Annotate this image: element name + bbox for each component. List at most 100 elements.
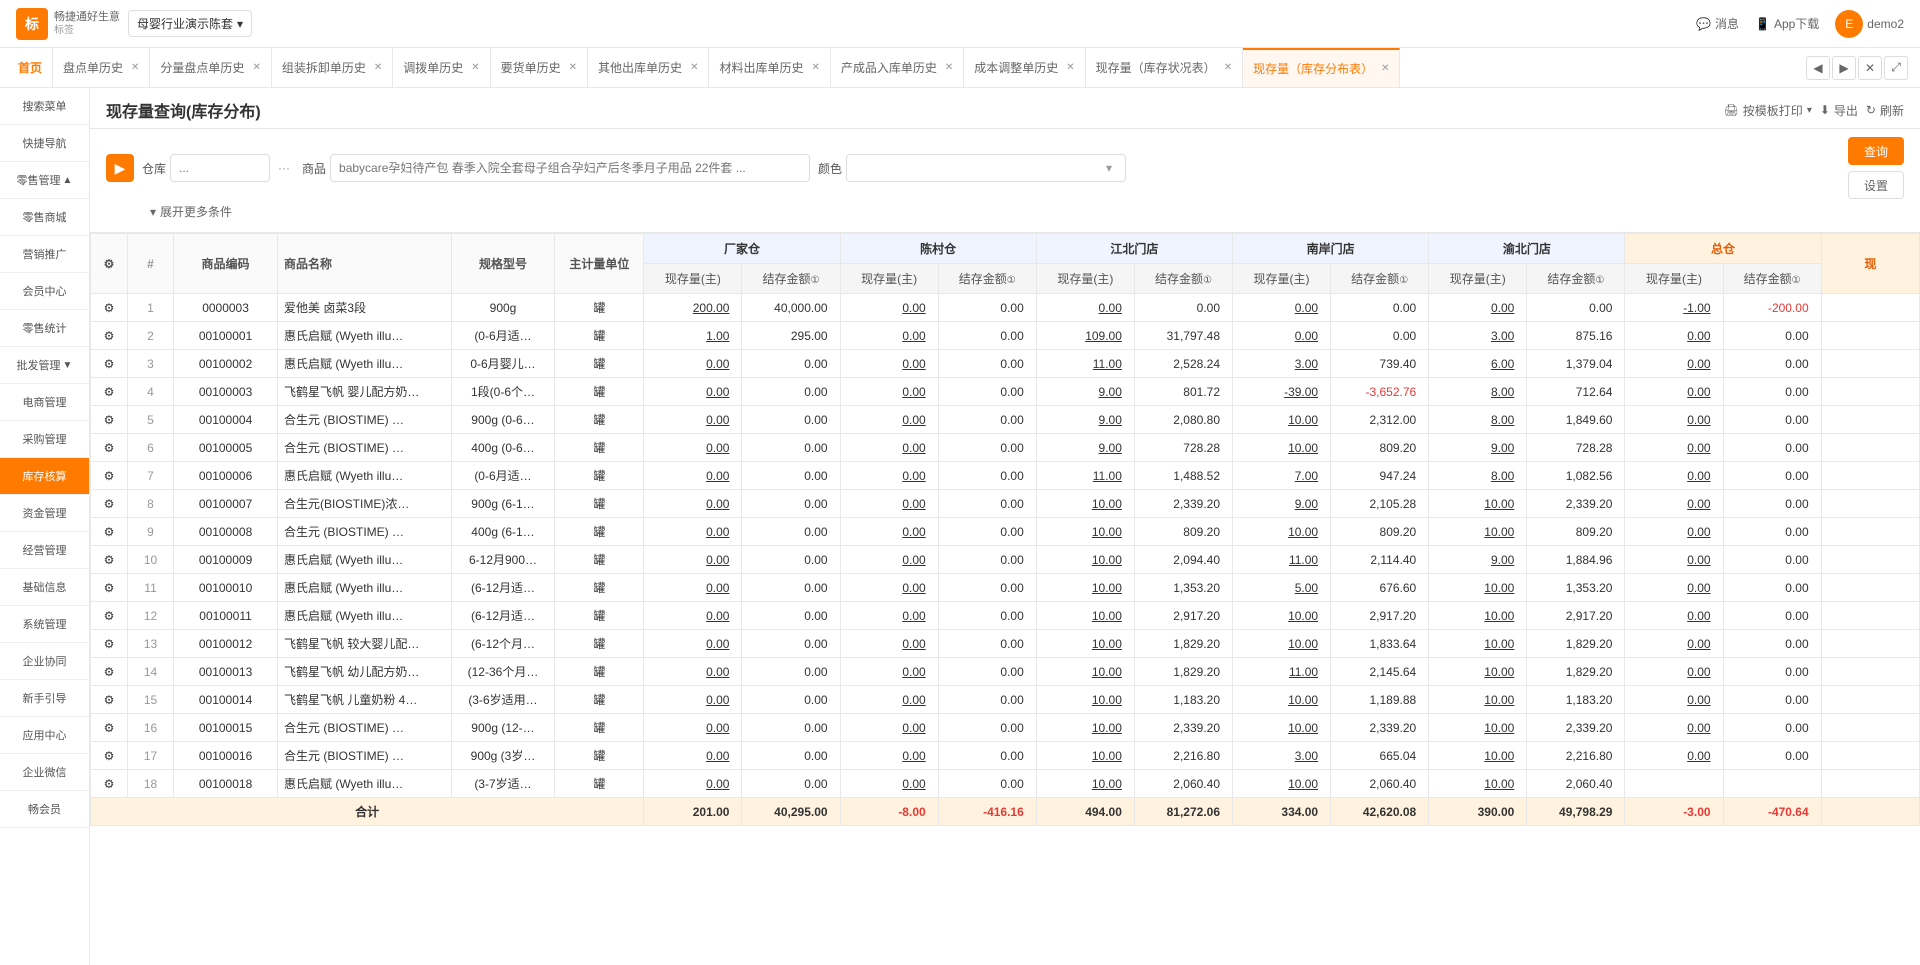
row-tot-qty: 0.00 (1625, 518, 1723, 546)
row-settings[interactable]: ⚙ (91, 434, 128, 462)
row-settings[interactable]: ⚙ (91, 406, 128, 434)
row-w3-qty: 10.00 (1036, 658, 1134, 686)
row-tot-amt: 0.00 (1723, 350, 1821, 378)
close-icon[interactable]: ✕ (252, 62, 260, 73)
sidebar-item-member-plus[interactable]: 畅会员 (0, 791, 89, 828)
close-icon[interactable]: ✕ (690, 62, 698, 73)
sidebar-item-system[interactable]: 系统管理 (0, 606, 89, 643)
table-header-group-row: ⚙ # 商品编码 商品名称 规格型号 主计量单位 厂家仓 陈村仓 江北门店 南岸… (91, 234, 1920, 264)
tab-home[interactable]: 首页 (8, 48, 53, 88)
printer-icon: 🖨 (1724, 103, 1739, 117)
row-tot-amt: 0.00 (1723, 406, 1821, 434)
sidebar-item-search[interactable]: 搜索菜单 (0, 88, 89, 125)
refresh-button[interactable]: ↻ 刷新 (1866, 102, 1904, 119)
sidebar-item-inventory[interactable]: 库存核算 (0, 458, 89, 495)
industry-selector[interactable]: 母婴行业演示陈套 ▾ (128, 10, 252, 37)
row-settings[interactable]: ⚙ (91, 294, 128, 322)
tab-material-out[interactable]: 材料出库单历史 ✕ (709, 48, 830, 88)
color-input[interactable] (846, 154, 1126, 182)
nav-prev-button[interactable]: ◀ (1806, 56, 1830, 80)
row-w2-qty: 0.00 (840, 574, 938, 602)
filter-expand-button[interactable]: ▶ (106, 154, 134, 182)
product-input[interactable] (330, 154, 810, 182)
row-index: 2 (127, 322, 173, 350)
row-settings[interactable]: ⚙ (91, 630, 128, 658)
close-icon[interactable]: ✕ (811, 62, 819, 73)
sidebar-item-basic-info[interactable]: 基础信息 (0, 569, 89, 606)
sidebar-item-retail-mgmt[interactable]: 零售管理 ▲ (0, 162, 89, 199)
query-button[interactable]: 查询 (1848, 137, 1904, 165)
row-settings[interactable]: ⚙ (91, 462, 128, 490)
close-icon[interactable]: ✕ (471, 62, 479, 73)
row-w4-qty: 3.00 (1233, 742, 1331, 770)
tab-cost-adjust[interactable]: 成本调整单历史 ✕ (964, 48, 1085, 88)
message-button[interactable]: 💬 消息 (1696, 15, 1739, 32)
sidebar-item-shortcuts[interactable]: 快捷导航 (0, 125, 89, 162)
inventory-table: ⚙ # 商品编码 商品名称 规格型号 主计量单位 厂家仓 陈村仓 江北门店 南岸… (90, 233, 1920, 826)
tab-stock-status[interactable]: 现存量（库存状况表） ✕ (1086, 48, 1243, 88)
row-settings[interactable]: ⚙ (91, 350, 128, 378)
tab-inventory-count[interactable]: 盘点单历史 ✕ (53, 48, 150, 88)
sidebar-item-guide[interactable]: 新手引导 (0, 680, 89, 717)
sidebar-item-app-center[interactable]: 应用中心 (0, 717, 89, 754)
row-settings[interactable]: ⚙ (91, 742, 128, 770)
user-area[interactable]: E demo2 (1835, 10, 1904, 38)
close-icon[interactable]: ✕ (1066, 62, 1074, 73)
row-settings[interactable]: ⚙ (91, 518, 128, 546)
close-icon[interactable]: ✕ (945, 62, 953, 73)
tab-stock-distribution[interactable]: 现存量（库存分布表） ✕ (1243, 48, 1400, 88)
row-tot-qty: 0.00 (1625, 714, 1723, 742)
close-icon[interactable]: ✕ (1224, 62, 1232, 73)
tab-finished-in[interactable]: 产成品入库单历史 ✕ (831, 48, 964, 88)
close-icon[interactable]: ✕ (569, 62, 577, 73)
warehouse-input[interactable] (170, 154, 270, 182)
close-icon[interactable]: ✕ (1381, 63, 1389, 74)
sidebar-item-retail-shop[interactable]: 零售商城 (0, 199, 89, 236)
nav-close-button[interactable]: ✕ (1858, 56, 1882, 80)
sidebar-item-wholesale-mgmt[interactable]: 批发管理 ▼ (0, 347, 89, 384)
row-settings[interactable]: ⚙ (91, 602, 128, 630)
sidebar-item-operations[interactable]: 经营管理 (0, 532, 89, 569)
tab-assembly[interactable]: 组装拆卸单历史 ✕ (272, 48, 393, 88)
print-button[interactable]: 🖨 按模板打印 ▾ (1724, 102, 1812, 119)
row-settings[interactable]: ⚙ (91, 574, 128, 602)
expand-more-button[interactable]: ▾ 展开更多条件 (150, 203, 232, 220)
row-settings[interactable]: ⚙ (91, 714, 128, 742)
settings-icon[interactable]: ⚙ (104, 257, 115, 271)
row-settings[interactable]: ⚙ (91, 770, 128, 798)
row-w1-qty: 200.00 (644, 294, 742, 322)
sidebar-item-members[interactable]: 会员中心 (0, 273, 89, 310)
sidebar-item-ecommerce[interactable]: 电商管理 (0, 384, 89, 421)
nav-next-button[interactable]: ▶ (1832, 56, 1856, 80)
export-button[interactable]: ⬇ 导出 (1820, 102, 1858, 119)
sidebar-item-enterprise[interactable]: 企业协同 (0, 643, 89, 680)
row-code: 00100008 (174, 518, 278, 546)
row-unit: 罐 (555, 686, 644, 714)
sidebar-item-wechat[interactable]: 企业微信 (0, 754, 89, 791)
tab-partial-count[interactable]: 分量盘点单历史 ✕ (150, 48, 271, 88)
sidebar-item-retail-stats[interactable]: 零售统计 (0, 310, 89, 347)
close-icon[interactable]: ✕ (131, 62, 139, 73)
setting-button[interactable]: 设置 (1848, 171, 1904, 199)
sidebar-item-marketing[interactable]: 营销推广 (0, 236, 89, 273)
row-spec: 900g (3岁… (451, 742, 555, 770)
nav-expand-button[interactable]: ⤢ (1884, 56, 1908, 80)
table-row: ⚙ 10 00100009 惠氏启赋 (Wyeth illu… 6-12月900… (91, 546, 1920, 574)
row-settings[interactable]: ⚙ (91, 322, 128, 350)
tab-transfer[interactable]: 调拨单历史 ✕ (393, 48, 490, 88)
sidebar-item-finance[interactable]: 资金管理 (0, 495, 89, 532)
row-name: 飞鹤星飞帆 幼儿配方奶… (278, 658, 452, 686)
row-settings[interactable]: ⚙ (91, 378, 128, 406)
close-icon[interactable]: ✕ (374, 62, 382, 73)
tab-other-out[interactable]: 其他出库单历史 ✕ (588, 48, 709, 88)
app-download-button[interactable]: 📱 App下载 (1755, 15, 1819, 32)
row-settings[interactable]: ⚙ (91, 546, 128, 574)
tab-demand[interactable]: 要货单历史 ✕ (491, 48, 588, 88)
row-settings[interactable]: ⚙ (91, 686, 128, 714)
row-settings[interactable]: ⚙ (91, 658, 128, 686)
export-icon: ⬇ (1820, 103, 1830, 117)
row-name: 飞鹤星飞帆 较大婴儿配… (278, 630, 452, 658)
sidebar-item-purchase[interactable]: 采购管理 (0, 421, 89, 458)
row-settings[interactable]: ⚙ (91, 490, 128, 518)
row-w1-qty: 0.00 (644, 686, 742, 714)
